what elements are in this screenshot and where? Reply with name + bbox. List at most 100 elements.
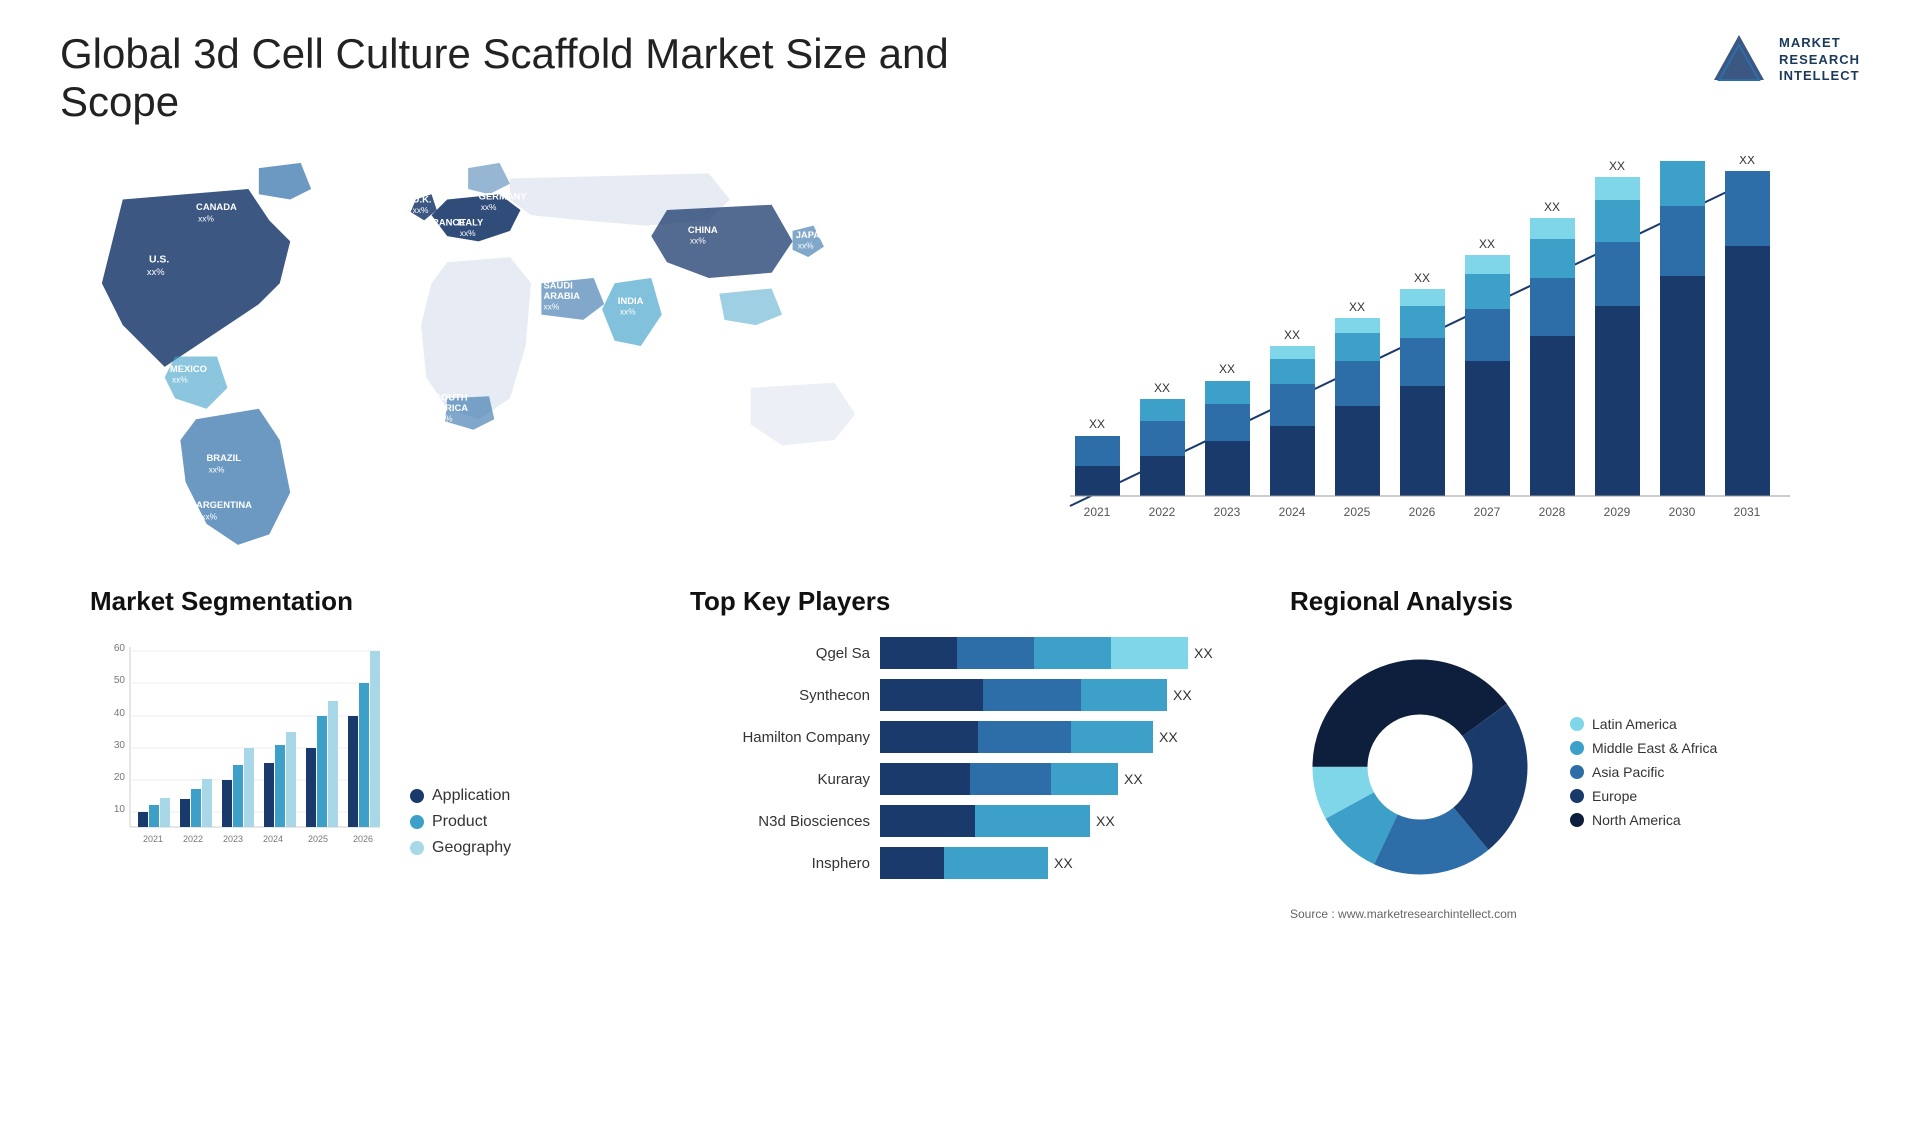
svg-text:2024: 2024 [1279, 505, 1306, 519]
player-bar-qgel: XX [880, 637, 1230, 669]
player-bar-n3d: XX [880, 805, 1230, 837]
source-text: Source : www.marketresearchintellect.com [1290, 907, 1830, 931]
main-content: U.S. xx% CANADA xx% MEXICO xx% BRAZIL xx… [0, 136, 1920, 951]
player-row-hamilton: Hamilton Company XX [690, 721, 1230, 753]
europe-label: Europe [1592, 788, 1637, 804]
svg-text:2022: 2022 [183, 834, 203, 844]
application-dot [410, 789, 424, 803]
donut-chart [1290, 637, 1550, 897]
player-xx-n3d: XX [1096, 813, 1115, 829]
svg-text:XX: XX [1154, 381, 1170, 395]
svg-text:2027: 2027 [1474, 505, 1501, 519]
svg-text:20: 20 [114, 772, 126, 783]
product-label: Product [432, 813, 487, 831]
svg-text:2021: 2021 [1084, 505, 1111, 519]
regional-section: Regional Analysis [1260, 566, 1860, 951]
svg-text:2022: 2022 [1149, 505, 1176, 519]
svg-text:xx%: xx% [172, 375, 188, 385]
latin-america-label: Latin America [1592, 716, 1677, 732]
svg-text:SPAIN: SPAIN [424, 240, 452, 251]
svg-text:XX: XX [1544, 200, 1560, 214]
svg-text:60: 60 [114, 643, 126, 654]
regional-title: Regional Analysis [1290, 586, 1830, 617]
svg-text:xx%: xx% [620, 307, 636, 317]
player-xx-qgel: XX [1194, 645, 1213, 661]
svg-text:U.K.: U.K. [413, 194, 432, 205]
regional-inner: Latin America Middle East & Africa Asia … [1290, 637, 1830, 897]
svg-text:xx%: xx% [209, 465, 225, 475]
legend-north-america: North America [1570, 812, 1717, 828]
geography-label: Geography [432, 839, 511, 857]
application-label: Application [432, 787, 510, 805]
legend-latin-america: Latin America [1570, 716, 1717, 732]
svg-text:MEXICO: MEXICO [170, 363, 207, 374]
player-row-n3d: N3d Biosciences XX [690, 805, 1230, 837]
legend-application: Application [410, 787, 511, 805]
svg-text:U.S.: U.S. [149, 254, 169, 265]
svg-text:2025: 2025 [308, 834, 328, 844]
svg-text:2029: 2029 [1604, 505, 1631, 519]
svg-text:XX: XX [1674, 156, 1690, 159]
svg-text:2023: 2023 [223, 834, 243, 844]
player-row-kuraray: Kuraray XX [690, 763, 1230, 795]
svg-text:40: 40 [114, 708, 126, 719]
svg-text:XX: XX [1089, 417, 1105, 431]
player-row-synthecon: Synthecon XX [690, 679, 1230, 711]
svg-text:CANADA: CANADA [196, 201, 237, 212]
player-name-hamilton: Hamilton Company [690, 729, 870, 746]
player-bar-hamilton: XX [880, 721, 1230, 753]
logo-text: MARKET RESEARCH INTELLECT [1779, 35, 1860, 86]
legend-product: Product [410, 813, 511, 831]
svg-text:ARABIA: ARABIA [543, 290, 580, 301]
svg-text:xx%: xx% [428, 228, 444, 238]
svg-text:2031: 2031 [1734, 505, 1761, 519]
svg-text:xx%: xx% [147, 266, 165, 277]
middle-east-label: Middle East & Africa [1592, 740, 1717, 756]
svg-text:2026: 2026 [1409, 505, 1436, 519]
svg-text:2023: 2023 [1214, 505, 1241, 519]
player-xx-kuraray: XX [1124, 771, 1143, 787]
segmentation-legend: Application Product Geography [410, 787, 511, 857]
svg-text:CHINA: CHINA [688, 224, 718, 235]
player-name-synthecon: Synthecon [690, 687, 870, 704]
middle-east-dot [1570, 741, 1584, 755]
player-xx-synthecon: XX [1173, 687, 1192, 703]
logo-icon [1709, 30, 1769, 90]
player-name-qgel: Qgel Sa [690, 645, 870, 662]
svg-text:ARGENTINA: ARGENTINA [196, 499, 252, 510]
svg-text:XX: XX [1284, 328, 1300, 342]
svg-text:XX: XX [1414, 271, 1430, 285]
legend-europe: Europe [1570, 788, 1717, 804]
svg-text:xx%: xx% [426, 251, 442, 261]
segmentation-section: Market Segmentation 60 50 40 30 20 10 [60, 566, 660, 951]
svg-text:2024: 2024 [263, 834, 283, 844]
page-title: Global 3d Cell Culture Scaffold Market S… [60, 30, 960, 126]
asia-pacific-label: Asia Pacific [1592, 764, 1664, 780]
segmentation-chart: 60 50 40 30 20 10 [90, 637, 390, 857]
svg-text:xx%: xx% [543, 301, 559, 311]
svg-text:SOUTH: SOUTH [435, 391, 468, 402]
svg-text:30: 30 [114, 740, 126, 751]
svg-text:XX: XX [1739, 156, 1755, 167]
svg-text:2026: 2026 [353, 834, 373, 844]
north-america-dot [1570, 813, 1584, 827]
svg-text:xx%: xx% [460, 228, 476, 238]
asia-pacific-dot [1570, 765, 1584, 779]
bar-chart-section: XX XX XX XX XX [960, 136, 1860, 556]
svg-text:2028: 2028 [1539, 505, 1566, 519]
svg-text:10: 10 [114, 804, 126, 815]
svg-text:2021: 2021 [143, 834, 163, 844]
map-section: U.S. xx% CANADA xx% MEXICO xx% BRAZIL xx… [60, 136, 960, 556]
svg-text:SAUDI: SAUDI [543, 279, 572, 290]
player-xx-hamilton: XX [1159, 729, 1178, 745]
svg-text:ITALY: ITALY [458, 217, 484, 228]
bottom-sections: Market Segmentation 60 50 40 30 20 10 [60, 566, 1860, 951]
player-name-n3d: N3d Biosciences [690, 813, 870, 830]
svg-text:XX: XX [1479, 237, 1495, 251]
players-section: Top Key Players Qgel Sa XX Synthecon [660, 566, 1260, 951]
player-xx-insphero: XX [1054, 855, 1073, 871]
svg-text:INDIA: INDIA [618, 295, 644, 306]
svg-text:2025: 2025 [1344, 505, 1371, 519]
svg-text:GERMANY: GERMANY [479, 190, 528, 201]
player-bar-synthecon: XX [880, 679, 1230, 711]
